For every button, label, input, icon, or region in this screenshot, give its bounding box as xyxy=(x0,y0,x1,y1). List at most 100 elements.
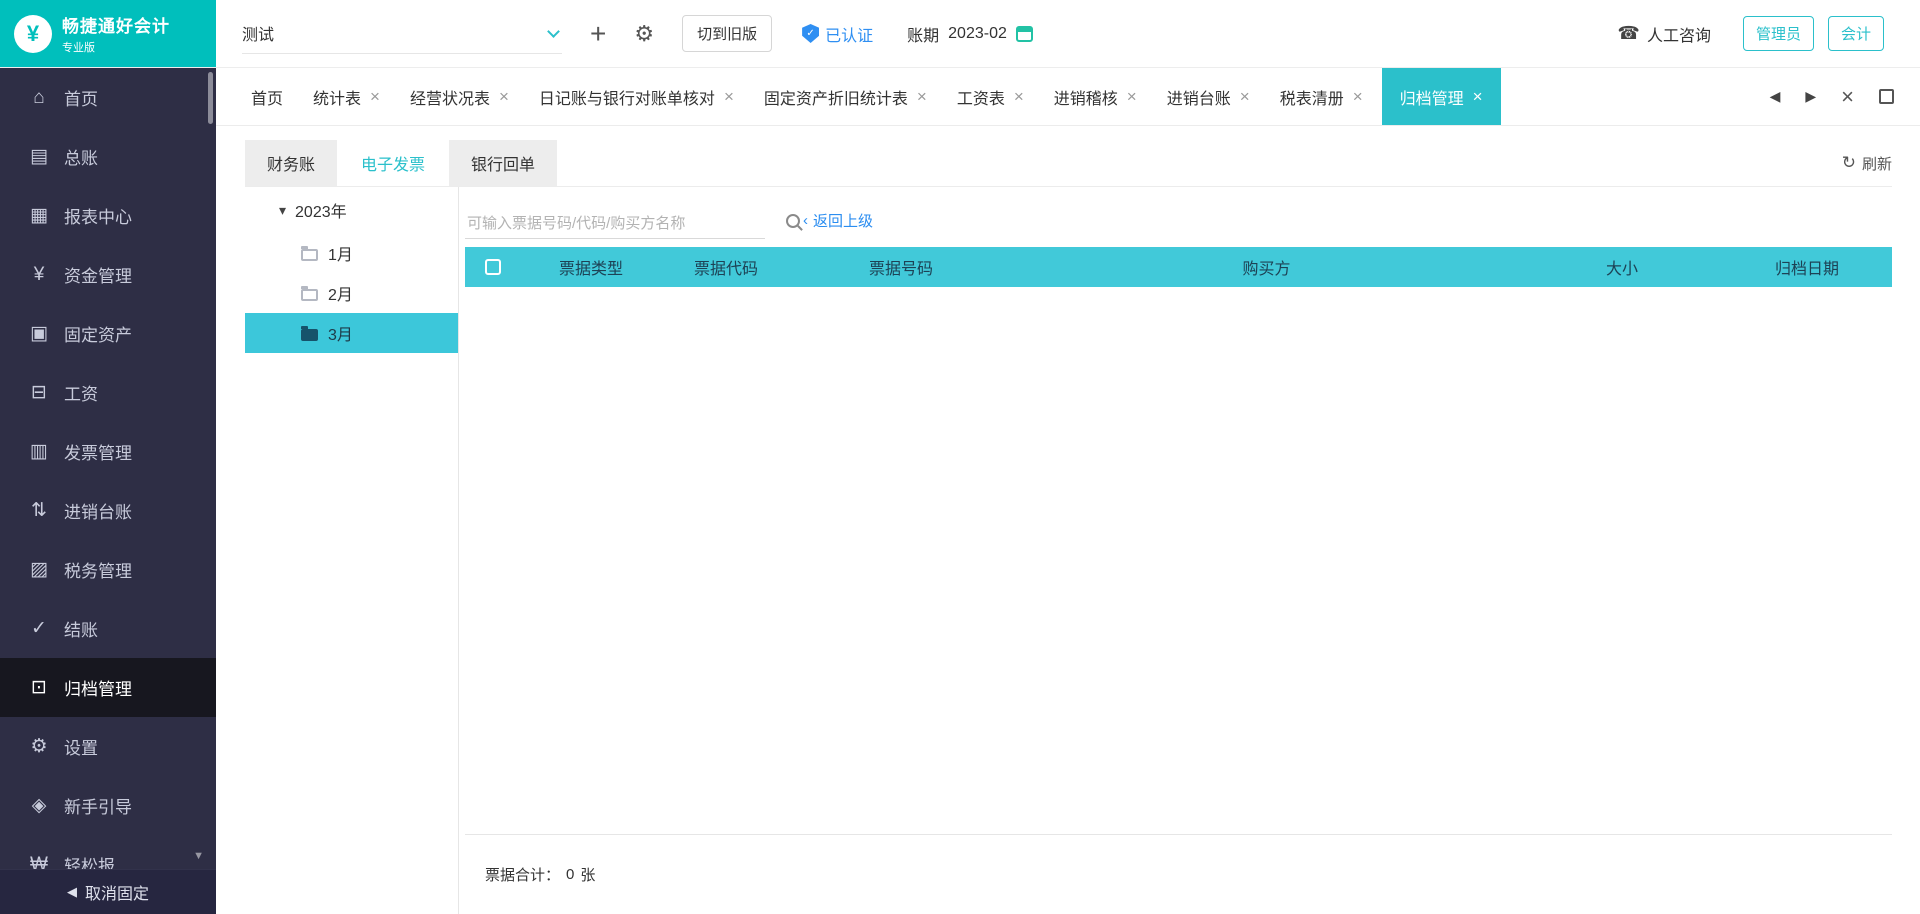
tab-close-icon[interactable]: × xyxy=(917,88,927,105)
role-admin-button[interactable]: 管理员 xyxy=(1742,16,1814,51)
archive-tree: ▾ 2023年 1月 2月 3月 xyxy=(245,187,459,914)
closing-icon: ✓ xyxy=(31,618,47,639)
subtab-e-invoice[interactable]: 电子发票 xyxy=(339,140,448,186)
caret-down-icon[interactable]: ▾ xyxy=(279,202,286,219)
support-link[interactable]: ☎ 人工咨询 xyxy=(1618,22,1711,46)
sidebar-scroll-down-icon[interactable]: ▼ xyxy=(193,850,204,862)
search-input[interactable] xyxy=(465,209,765,239)
tab-close-icon[interactable]: × xyxy=(1127,88,1137,105)
sidebar-item-closing[interactable]: ✓ 结账 xyxy=(0,599,216,658)
tab-purchase-sale-ledger[interactable]: 进销台账 × xyxy=(1156,68,1261,125)
tab-close-icon[interactable]: × xyxy=(370,88,380,105)
sidebar-item-beginner-guide[interactable]: ◈ 新手引导 xyxy=(0,776,216,835)
unpin-sidebar-button[interactable]: ◀ 取消固定 xyxy=(0,869,216,914)
account-set-name: 测试 xyxy=(242,27,275,44)
sidebar-item-funds-management[interactable]: ¥ 资金管理 xyxy=(0,245,216,304)
tab-statistics[interactable]: 统计表 × xyxy=(302,68,391,125)
sidebar-item-home[interactable]: ⌂ 首页 xyxy=(0,68,216,127)
fullscreen-icon[interactable] xyxy=(1879,89,1894,104)
tab-close-icon[interactable]: × xyxy=(499,88,509,105)
logo-mark-icon: ¥ xyxy=(14,14,52,53)
search-row: ‹ 返回上级 xyxy=(465,187,1892,239)
folder-icon xyxy=(301,245,318,261)
report-icon: ▦ xyxy=(30,205,48,226)
sidebar-item-general-ledger[interactable]: ▤ 总账 xyxy=(0,127,216,186)
tab-close-icon[interactable]: × xyxy=(1473,88,1483,105)
close-tab-icon[interactable]: × xyxy=(1841,85,1854,108)
home-icon: ⌂ xyxy=(33,86,45,108)
table-body-empty xyxy=(465,287,1892,834)
tab-close-icon[interactable]: × xyxy=(724,88,734,105)
gear-icon[interactable]: ⚙ xyxy=(634,22,654,45)
back-to-parent-link[interactable]: ‹ 返回上级 xyxy=(803,210,873,231)
tab-depreciation-statistics[interactable]: 固定资产折旧统计表 × xyxy=(753,68,938,125)
tab-journal-bank-reconciliation[interactable]: 日记账与银行对账单核对 × xyxy=(528,68,745,125)
certified-badge[interactable]: ✓ 已认证 xyxy=(802,22,873,46)
guide-icon: ◈ xyxy=(31,795,47,816)
calendar-icon[interactable] xyxy=(1015,25,1033,42)
tree-month-february[interactable]: 2月 xyxy=(245,273,458,313)
account-set-select[interactable]: 测试 xyxy=(242,14,562,54)
sidebar-item-partial[interactable]: ₩ 轻松报 xyxy=(0,835,216,870)
sidebar-scrollbar[interactable] xyxy=(208,72,213,124)
unpin-arrow-icon: ◀ xyxy=(66,884,77,899)
subtab-financial-books[interactable]: 财务账 xyxy=(245,140,338,186)
sidebar-item-purchase-sales-ledger[interactable]: ⇅ 进销台账 xyxy=(0,481,216,540)
column-header-buyer[interactable]: 购买方 xyxy=(1011,255,1522,279)
footer-total-unit: 张 xyxy=(580,867,596,884)
sidebar-item-invoice-management[interactable]: ▥ 发票管理 xyxy=(0,422,216,481)
tab-payroll-sheet[interactable]: 工资表 × xyxy=(946,68,1035,125)
tab-close-icon[interactable]: × xyxy=(1240,88,1250,105)
tab-tax-form-list[interactable]: 税表清册 × xyxy=(1269,68,1374,125)
tab-scroll-left-icon[interactable]: ◀ xyxy=(1770,88,1781,105)
refresh-button[interactable]: ↻ 刷新 xyxy=(1842,140,1892,186)
role-accountant-button[interactable]: 会计 xyxy=(1827,16,1884,51)
assets-icon: ▣ xyxy=(30,323,48,344)
app-window: ¥ 畅捷通好会计 专业版 测试 + ⚙ 切到旧版 ✓ 已认证 账期 2023-0… xyxy=(0,0,1920,914)
sidebar-item-label: 报表中心 xyxy=(64,208,132,227)
tree-month-january[interactable]: 1月 xyxy=(245,233,458,273)
tab-archive-management[interactable]: 归档管理 × xyxy=(1381,68,1501,125)
switch-old-version-button[interactable]: 切到旧版 xyxy=(682,15,773,52)
column-header-invoice-number[interactable]: 票据号码 xyxy=(791,255,1011,279)
subtab-label: 银行回单 xyxy=(471,157,536,174)
certified-label: 已认证 xyxy=(825,27,874,45)
tree-month-label: 1月 xyxy=(328,247,353,264)
period-value: 2023-02 xyxy=(948,24,1007,42)
tree-year-2023[interactable]: ▾ 2023年 xyxy=(245,187,458,233)
select-all-checkbox[interactable] xyxy=(485,259,501,275)
column-header-invoice-type[interactable]: 票据类型 xyxy=(521,255,661,279)
sidebar-item-tax-management[interactable]: ▨ 税务管理 xyxy=(0,540,216,599)
add-button[interactable]: + xyxy=(590,19,606,48)
funds-icon: ¥ xyxy=(33,263,45,285)
refresh-label: 刷新 xyxy=(1861,155,1892,173)
panels: ▾ 2023年 1月 2月 3月 可输入票据号码/代码/购买方名称 ‹ 返回上级… xyxy=(245,187,1892,914)
tab-close-icon[interactable]: × xyxy=(1014,88,1024,105)
ledger-icon: ▤ xyxy=(30,146,48,167)
tax-icon: ▨ xyxy=(30,559,48,580)
column-header-archive-date[interactable]: 归档日期 xyxy=(1722,255,1892,279)
accounting-period[interactable]: 账期 2023-02 xyxy=(907,22,1033,46)
tab-operating-status[interactable]: 经营状况表 × xyxy=(399,68,520,125)
sidebar-item-settings[interactable]: ⚙ 设置 xyxy=(0,717,216,776)
subtab-bank-receipt[interactable]: 银行回单 xyxy=(449,140,558,186)
top-header: ¥ 畅捷通好会计 专业版 测试 + ⚙ 切到旧版 ✓ 已认证 账期 2023-0… xyxy=(0,0,1920,68)
sidebar-item-fixed-assets[interactable]: ▣ 固定资产 xyxy=(0,304,216,363)
column-header-invoice-code[interactable]: 票据代码 xyxy=(661,255,791,279)
column-header-size[interactable]: 大小 xyxy=(1522,255,1722,279)
sidebar-item-label: 税务管理 xyxy=(64,562,132,581)
tree-month-march[interactable]: 3月 xyxy=(245,313,458,353)
settings-gear-icon: ⚙ xyxy=(30,736,48,757)
tab-scroll-right-icon[interactable]: ▶ xyxy=(1805,88,1816,105)
tab-purchase-sale-audit[interactable]: 进销稽核 × xyxy=(1043,68,1148,125)
tab-home[interactable]: 首页 xyxy=(240,68,294,125)
sidebar-item-label: 轻松报 xyxy=(64,857,115,869)
sidebar-item-label: 进销台账 xyxy=(64,503,132,522)
tab-close-icon[interactable]: × xyxy=(1353,88,1363,105)
table-header: 票据类型 票据代码 票据号码 购买方 大小 归档日期 xyxy=(465,247,1892,287)
sidebar-item-payroll[interactable]: ⊟ 工资 xyxy=(0,363,216,422)
sidebar-item-report-center[interactable]: ▦ 报表中心 xyxy=(0,186,216,245)
subtab-strip: 财务账 电子发票 银行回单 ↻ 刷新 xyxy=(245,140,1892,187)
search-icon[interactable] xyxy=(785,213,803,231)
sidebar-item-archive-management[interactable]: ⊡ 归档管理 xyxy=(0,658,216,717)
